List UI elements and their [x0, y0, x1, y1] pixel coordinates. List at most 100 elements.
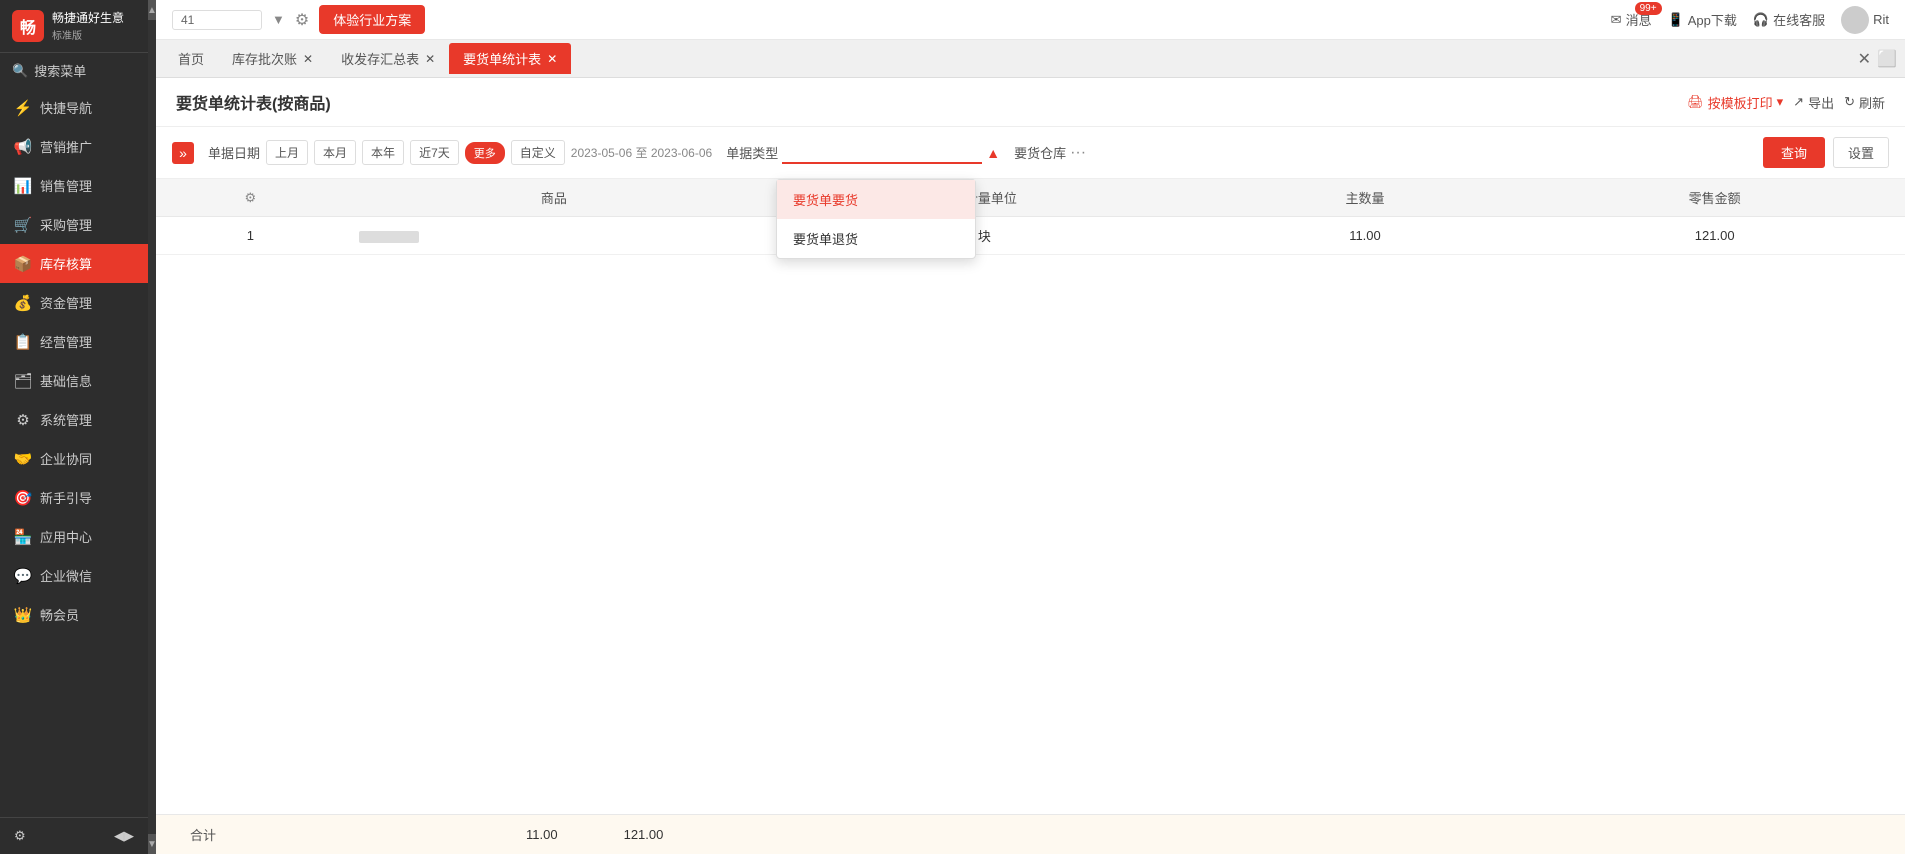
app-download-btn[interactable]: 📱 App下载 — [1668, 10, 1737, 29]
footer-amount: 121.00 — [624, 827, 664, 842]
tab-order-label: 要货单统计表 — [463, 49, 541, 68]
service-icon: 🎧 — [1753, 12, 1769, 28]
sidebar: 畅 畅捷通好生意 标准版 🔍 搜索菜单 ⚡ 快捷导航 📢 营销推广 📊 销售管理… — [0, 0, 148, 854]
query-btn[interactable]: 查询 — [1763, 137, 1825, 168]
sidebar-item-system[interactable]: ⚙ 系统管理 — [0, 400, 148, 439]
avatar-img — [1841, 6, 1869, 34]
warehouse-filter-group: 要货仓库 ··· — [1014, 143, 1086, 162]
top-header: ▼ ⚙ 体验行业方案 ✉ 消息 99+ 📱 App下载 🎧 在线客服 Rit — [156, 0, 1905, 40]
scroll-down-btn[interactable]: ▼ — [148, 834, 156, 854]
sidebar-nav: ⚡ 快捷导航 📢 营销推广 📊 销售管理 🛒 采购管理 📦 库存核算 💰 资金管… — [0, 88, 148, 817]
logo-icon: 畅 — [12, 10, 44, 42]
breadcrumb-dropdown-icon[interactable]: ▼ — [272, 12, 285, 27]
tab-bar: 首页 库存批次账 ✕ 收发存汇总表 ✕ 要货单统计表 ✕ ✕ ⬜ — [156, 40, 1905, 78]
breadcrumb-input[interactable] — [172, 10, 262, 30]
tab-home[interactable]: 首页 — [164, 43, 218, 74]
sidebar-item-guide[interactable]: 🎯 新手引导 — [0, 478, 148, 517]
dropdown-item-order-return[interactable]: 要货单退货 — [777, 219, 975, 258]
export-label: 导出 — [1808, 93, 1834, 112]
row-amount: 121.00 — [1524, 217, 1905, 255]
type-dropdown: 要货单要货 要货单退货 — [776, 179, 976, 259]
type-filter-arrow[interactable]: ▲ — [986, 145, 1000, 161]
warehouse-filter-label: 要货仓库 — [1014, 143, 1066, 162]
row-num: 1 — [156, 217, 345, 255]
expand-btn[interactable]: » — [172, 142, 194, 164]
scroll-up-btn[interactable]: ▲ — [148, 0, 156, 20]
tab-home-label: 首页 — [178, 49, 204, 68]
sidebar-item-purchase[interactable]: 🛒 采购管理 — [0, 205, 148, 244]
marketing-icon: 📢 — [14, 138, 32, 156]
sidebar-bottom: ⚙ ◀▶ — [0, 817, 148, 854]
industry-btn[interactable]: 体验行业方案 — [319, 5, 425, 34]
footer-label: 合计 — [170, 825, 216, 844]
type-filter-input[interactable] — [782, 141, 982, 164]
message-btn[interactable]: ✉ 消息 99+ — [1611, 10, 1652, 29]
date-btn-7days[interactable]: 近7天 — [410, 140, 459, 165]
sidebar-item-sales[interactable]: 📊 销售管理 — [0, 166, 148, 205]
date-filter-group: 单据日期 上月 本月 本年 近7天 更多 自定义 2023-05-06 至 20… — [208, 140, 712, 165]
export-icon: ↗ — [1793, 94, 1804, 110]
export-btn[interactable]: ↗ 导出 — [1793, 93, 1834, 112]
date-btn-this-year[interactable]: 本年 — [362, 140, 404, 165]
scroll-track — [148, 20, 156, 834]
sidebar-item-label: 库存核算 — [40, 254, 92, 273]
filter-bar: » 单据日期 上月 本月 本年 近7天 更多 自定义 2023-05-06 至 … — [156, 127, 1905, 179]
col-settings[interactable]: ⚙ — [156, 179, 345, 217]
dropdown-item-order-goods[interactable]: 要货单要货 — [777, 180, 975, 219]
user-avatar[interactable]: Rit — [1841, 6, 1889, 34]
sidebar-search[interactable]: 🔍 搜索菜单 — [0, 53, 148, 88]
template-print-btn[interactable]: 🖨 按模板打印 ▾ — [1687, 93, 1783, 112]
col-qty: 主数量 — [1206, 179, 1525, 217]
finance-icon: 💰 — [14, 294, 32, 312]
sidebar-item-label: 销售管理 — [40, 176, 92, 195]
sidebar-item-wechat[interactable]: 💬 企业微信 — [0, 556, 148, 595]
tab-maximize-btn[interactable]: ⬜ — [1877, 49, 1897, 69]
sidebar-item-label: 企业微信 — [40, 566, 92, 585]
sidebar-collapse-btn[interactable]: ◀▶ — [114, 828, 134, 844]
sales-icon: 📊 — [14, 177, 32, 195]
type-filter-label: 单据类型 — [726, 143, 778, 162]
tab-batch-account[interactable]: 库存批次账 ✕ — [218, 43, 327, 74]
main-area: ▼ ⚙ 体验行业方案 ✉ 消息 99+ 📱 App下载 🎧 在线客服 Rit — [156, 0, 1905, 854]
refresh-label: 刷新 — [1859, 93, 1885, 112]
sidebar-settings-icon[interactable]: ⚙ — [14, 828, 26, 844]
sidebar-logo: 畅 畅捷通好生意 标准版 — [0, 0, 148, 53]
tab-receivable-close[interactable]: ✕ — [425, 52, 435, 66]
member-icon: 👑 — [14, 606, 32, 624]
sidebar-item-marketing[interactable]: 📢 营销推广 — [0, 127, 148, 166]
refresh-icon: ↻ — [1844, 94, 1855, 110]
sidebar-item-enterprise[interactable]: 🤝 企业协同 — [0, 439, 148, 478]
sidebar-item-quick-nav[interactable]: ⚡ 快捷导航 — [0, 88, 148, 127]
table-footer: 合计 11.00 121.00 — [156, 814, 1905, 854]
sidebar-item-label: 营销推广 — [40, 137, 92, 156]
sidebar-item-appstore[interactable]: 🏪 应用中心 — [0, 517, 148, 556]
date-btn-more[interactable]: 更多 — [465, 142, 505, 164]
app-download-label: App下载 — [1688, 10, 1737, 29]
operation-icon: 📋 — [14, 333, 32, 351]
settings-icon[interactable]: ⚙ — [295, 10, 309, 30]
col-product: 商品 — [345, 179, 764, 217]
online-service-btn[interactable]: 🎧 在线客服 — [1753, 10, 1825, 29]
sidebar-item-inventory[interactable]: 📦 库存核算 — [0, 244, 148, 283]
date-btn-last-month[interactable]: 上月 — [266, 140, 308, 165]
sidebar-item-basic[interactable]: 🗂 基础信息 — [0, 361, 148, 400]
tab-receivable[interactable]: 收发存汇总表 ✕ — [327, 43, 449, 74]
sidebar-item-label: 企业协同 — [40, 449, 92, 468]
refresh-btn[interactable]: ↻ 刷新 — [1844, 93, 1885, 112]
sidebar-item-member[interactable]: 👑 畅会员 — [0, 595, 148, 634]
date-custom-btn[interactable]: 自定义 — [511, 140, 565, 165]
sidebar-item-finance[interactable]: 💰 资金管理 — [0, 283, 148, 322]
date-btn-this-month[interactable]: 本月 — [314, 140, 356, 165]
sidebar-item-label: 快捷导航 — [40, 98, 92, 117]
search-icon: 🔍 — [12, 63, 28, 79]
tab-close-all-btn[interactable]: ✕ — [1858, 49, 1871, 69]
appstore-icon: 🏪 — [14, 528, 32, 546]
warehouse-more-btn[interactable]: ··· — [1070, 144, 1086, 162]
tab-batch-close[interactable]: ✕ — [303, 52, 313, 66]
filter-settings-btn[interactable]: 设置 — [1833, 137, 1889, 168]
inventory-icon: 📦 — [14, 255, 32, 273]
tab-order-stats[interactable]: 要货单统计表 ✕ — [449, 43, 571, 74]
row-product — [345, 217, 764, 255]
tab-order-close[interactable]: ✕ — [547, 52, 557, 66]
sidebar-item-operation[interactable]: 📋 经营管理 — [0, 322, 148, 361]
